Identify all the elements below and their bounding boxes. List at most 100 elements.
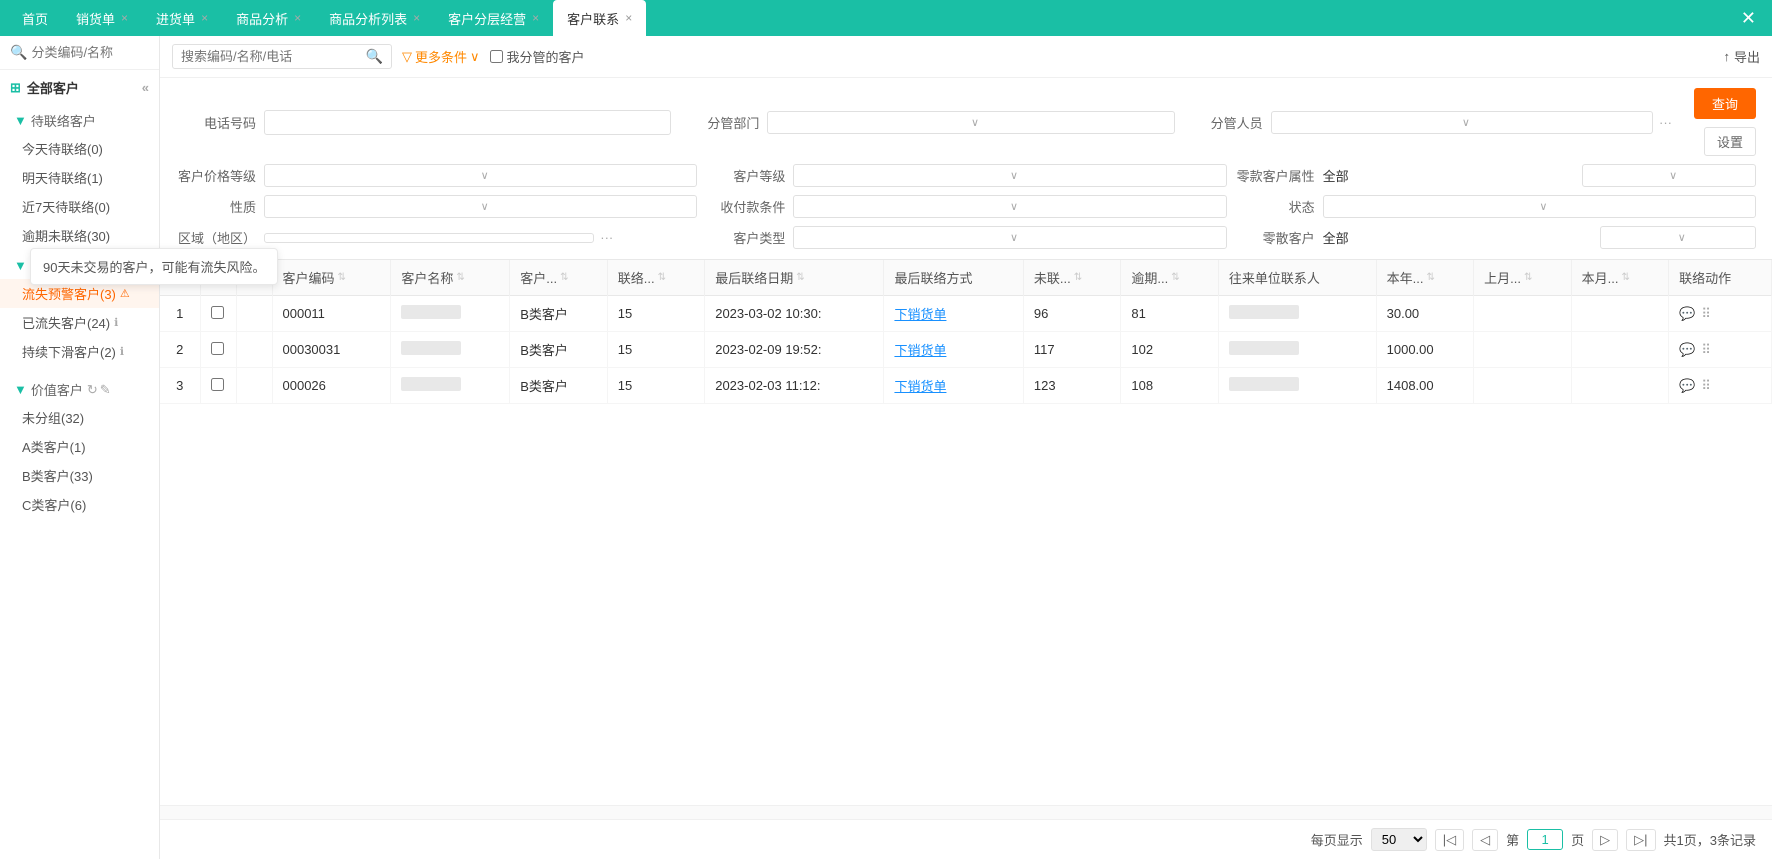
th-unit-contact[interactable]: 往来单位联系人 [1218, 260, 1376, 296]
tab-close-sales[interactable]: × [121, 11, 128, 25]
sidebar-item-declining[interactable]: 持续下滑客户(2) ℹ [0, 337, 159, 366]
page-last-btn[interactable]: ▷| [1626, 829, 1655, 851]
sort-last-month[interactable]: 上月... ⇅ [1484, 268, 1532, 287]
tab-customer-contact[interactable]: 客户联系 × [553, 0, 646, 36]
sort-this-month[interactable]: 本月... ⇅ [1582, 268, 1630, 287]
chat-icon[interactable]: 💬 [1679, 378, 1695, 394]
td-last-way[interactable]: 下销货单 [884, 332, 1023, 368]
sidebar-item-already-lost[interactable]: 已流失客户(24) ℹ [0, 308, 159, 337]
sidebar-item-overdue-contact[interactable]: 逾期未联络(30) [0, 221, 159, 250]
phone-input[interactable] [264, 110, 671, 135]
price-level-select[interactable]: ∨ [264, 164, 697, 187]
tab-product-analysis[interactable]: 商品分析 × [222, 0, 315, 36]
sort-name[interactable]: 客户名称 ⇅ [401, 268, 464, 287]
search-input[interactable] [181, 49, 366, 64]
group-pending-contact[interactable]: ▼ 待联络客户 [0, 105, 159, 134]
last-way-link[interactable]: 下销货单 [894, 307, 946, 322]
th-code[interactable]: 客户编码 ⇅ [272, 260, 391, 296]
tab-home[interactable]: 首页 [8, 0, 62, 36]
sidebar-item-week-contact[interactable]: 近7天待联络(0) [0, 192, 159, 221]
td-last-way[interactable]: 下销货单 [884, 296, 1023, 332]
page-size-select[interactable]: 50 100 [1371, 828, 1427, 851]
tab-customer-tier[interactable]: 客户分层经营 × [434, 0, 553, 36]
row-checkbox-2[interactable] [211, 378, 224, 391]
value-group-edit[interactable]: ✎ [100, 382, 111, 398]
zero-customer-select[interactable]: ∨ [1600, 226, 1756, 249]
sort-contact[interactable]: 联络... ⇅ [618, 268, 666, 287]
th-name[interactable]: 客户名称 ⇅ [391, 260, 510, 296]
query-btn[interactable]: 查询 [1694, 88, 1756, 119]
more-conditions-btn[interactable]: ▽ 更多条件 ∨ [402, 47, 480, 66]
page-next-btn[interactable]: ▷ [1592, 829, 1618, 851]
group-value-customer[interactable]: ▼ 价值客户 ↻ ✎ [0, 374, 159, 403]
page-prev-btn[interactable]: ◁ [1472, 829, 1498, 851]
person-dots[interactable]: ··· [1653, 115, 1678, 130]
th-type[interactable]: 客户... ⇅ [510, 260, 608, 296]
sort-last-date[interactable]: 最后联络日期 ⇅ [715, 268, 804, 287]
th-last-way[interactable]: 最后联络方式 [884, 260, 1023, 296]
th-uncontacted[interactable]: 未联... ⇅ [1023, 260, 1121, 296]
sidebar-root[interactable]: ⊞ 全部客户 « [0, 70, 159, 105]
zero-attr-select[interactable]: ∨ [1582, 164, 1756, 187]
region-select[interactable] [264, 233, 594, 243]
tab-sales-order[interactable]: 销货单 × [62, 0, 142, 36]
tab-close-purchase[interactable]: × [201, 11, 208, 25]
th-last-month[interactable]: 上月... ⇅ [1474, 260, 1572, 296]
th-this-month[interactable]: 本月... ⇅ [1571, 260, 1669, 296]
chat-icon[interactable]: 💬 [1679, 306, 1695, 322]
value-group-refresh[interactable]: ↻ [87, 382, 98, 398]
status-select[interactable]: ∨ [1323, 195, 1756, 218]
last-way-link[interactable]: 下销货单 [894, 343, 946, 358]
more-action-icon[interactable]: ⠿ [1701, 306, 1711, 322]
tab-close-product-list[interactable]: × [413, 11, 420, 25]
sort-this-year[interactable]: 本年... ⇅ [1387, 268, 1435, 287]
tab-purchase-order[interactable]: 进货单 × [142, 0, 222, 36]
customer-level-select[interactable]: ∨ [793, 164, 1226, 187]
more-action-icon[interactable]: ⠿ [1701, 378, 1711, 394]
sidebar-item-tomorrow-contact[interactable]: 明天待联络(1) [0, 163, 159, 192]
sidebar-item-a-class[interactable]: A类客户(1) [0, 432, 159, 461]
customer-type-select[interactable]: ∨ [793, 226, 1226, 249]
sidebar-search-input[interactable] [31, 45, 160, 60]
th-this-year[interactable]: 本年... ⇅ [1376, 260, 1474, 296]
payment-select[interactable]: ∨ [793, 195, 1226, 218]
th-contact[interactable]: 联络... ⇅ [607, 260, 705, 296]
tab-close-customer-contact[interactable]: × [625, 11, 632, 25]
sidebar-item-c-class[interactable]: C类客户(6) [0, 490, 159, 519]
dept-label: 分管部门 [679, 113, 759, 132]
sidebar-item-today-contact[interactable]: 今天待联络(0) [0, 134, 159, 163]
sort-code[interactable]: 客户编码 ⇅ [283, 268, 346, 287]
td-checkbox[interactable] [200, 368, 236, 404]
export-btn[interactable]: ↑ 导出 [1723, 47, 1760, 66]
sort-type[interactable]: 客户... ⇅ [520, 268, 568, 287]
td-checkbox[interactable] [200, 332, 236, 368]
window-close-btn[interactable]: ✕ [1733, 8, 1764, 29]
settings-btn[interactable]: 设置 [1704, 127, 1756, 156]
search-execute-icon[interactable]: 🔍 [366, 48, 383, 65]
th-overdue[interactable]: 逾期... ⇅ [1121, 260, 1219, 296]
sidebar-item-b-class[interactable]: B类客户(33) [0, 461, 159, 490]
region-dots[interactable]: ··· [594, 230, 619, 245]
person-select[interactable]: ∨ [1271, 111, 1653, 134]
page-input[interactable] [1527, 829, 1563, 850]
tab-close-customer-tier[interactable]: × [532, 11, 539, 25]
th-last-date[interactable]: 最后联络日期 ⇅ [705, 260, 884, 296]
tab-product-analysis-list[interactable]: 商品分析列表 × [315, 0, 434, 36]
sidebar-collapse-btn[interactable]: « [142, 80, 149, 95]
row-checkbox-0[interactable] [211, 306, 224, 319]
last-way-link[interactable]: 下销货单 [894, 379, 946, 394]
dept-select[interactable]: ∨ [767, 111, 1174, 134]
td-last-way[interactable]: 下销货单 [884, 368, 1023, 404]
horizontal-scrollbar[interactable] [160, 805, 1772, 819]
more-action-icon[interactable]: ⠿ [1701, 342, 1711, 358]
sort-uncontacted[interactable]: 未联... ⇅ [1034, 268, 1082, 287]
page-first-btn[interactable]: |◁ [1435, 829, 1464, 851]
row-checkbox-1[interactable] [211, 342, 224, 355]
sort-overdue[interactable]: 逾期... ⇅ [1131, 268, 1179, 287]
tab-close-product-analysis[interactable]: × [294, 11, 301, 25]
td-checkbox[interactable] [200, 296, 236, 332]
sidebar-item-ungroup[interactable]: 未分组(32) [0, 403, 159, 432]
gender-select[interactable]: ∨ [264, 195, 697, 218]
chat-icon[interactable]: 💬 [1679, 342, 1695, 358]
my-customers-checkbox[interactable] [490, 50, 503, 63]
